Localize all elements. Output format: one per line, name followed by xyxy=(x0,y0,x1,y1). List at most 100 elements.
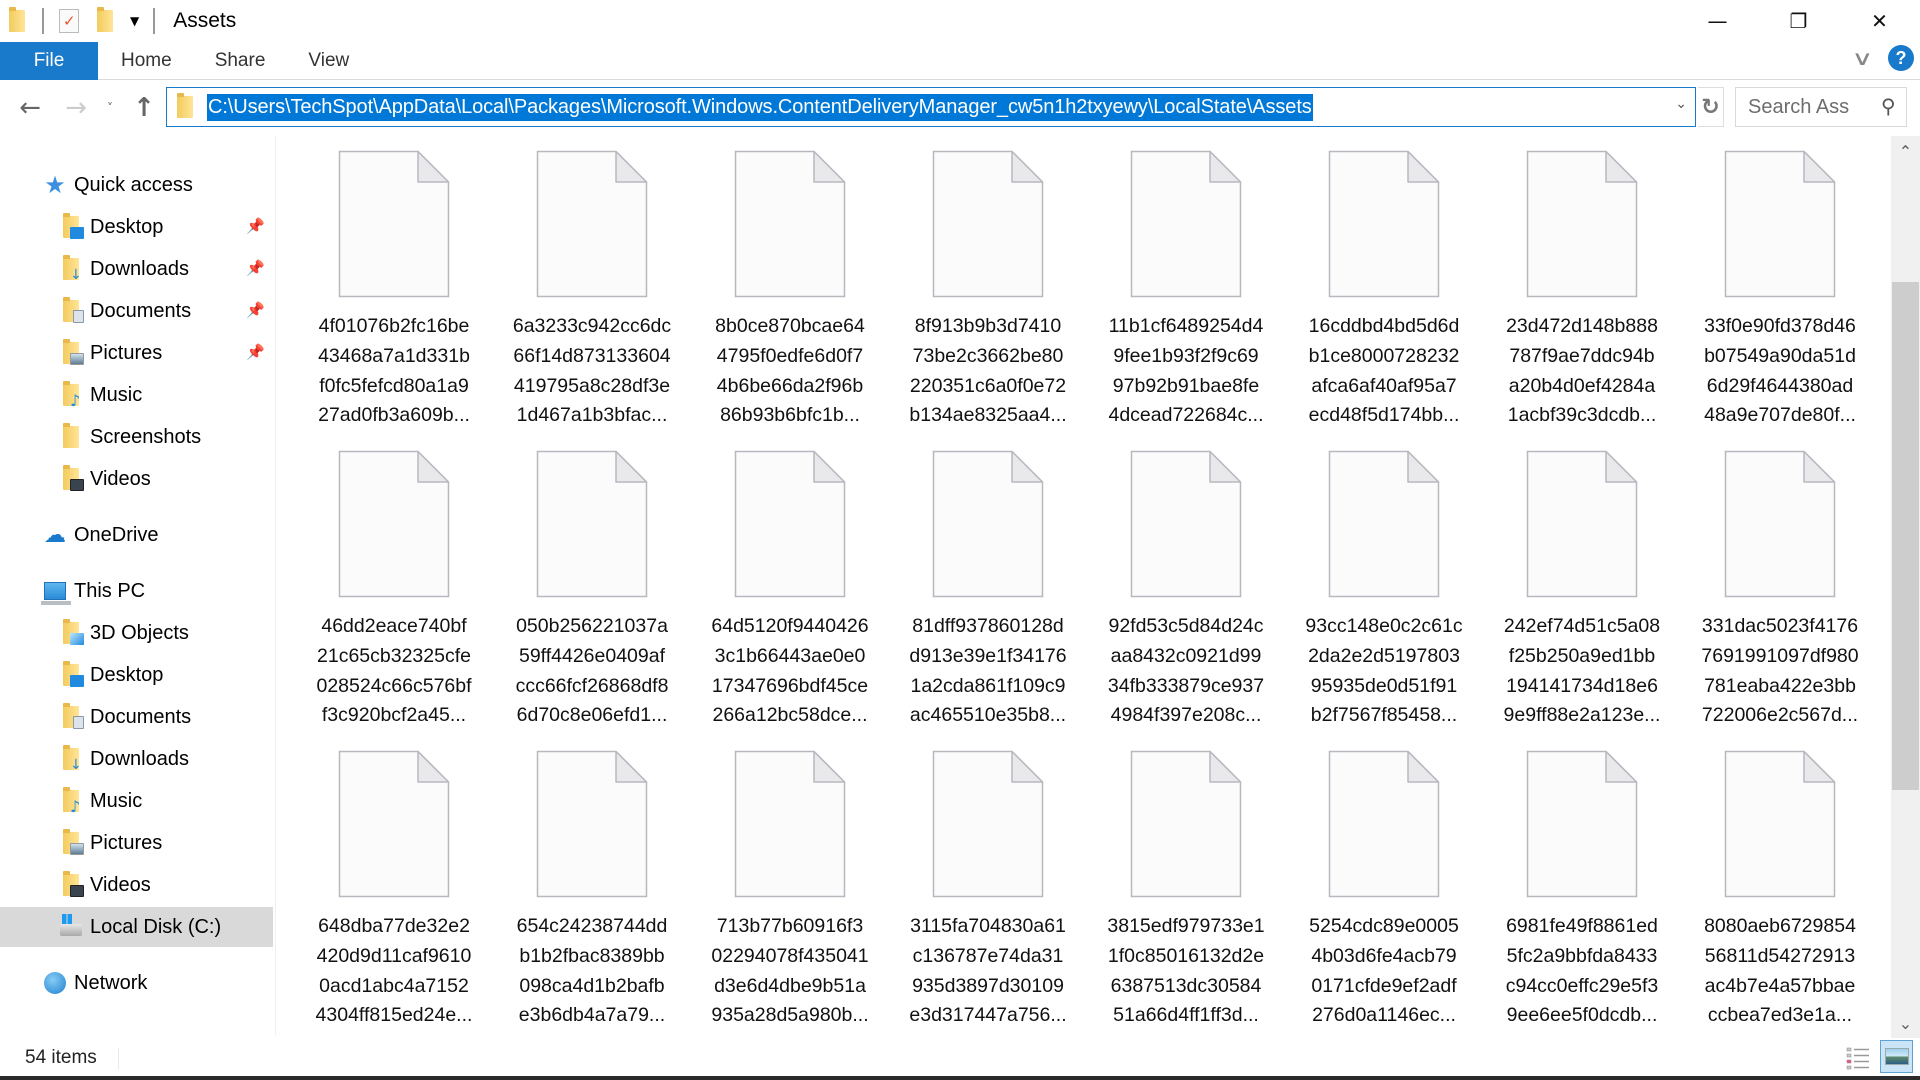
file-item[interactable]: 23d472d148b888 787f9ae7ddc94b a20b4d0ef4… xyxy=(1483,148,1681,448)
expand-ribbon-chevron-icon[interactable]: ∨ xyxy=(1852,46,1874,70)
blank-file-icon xyxy=(1130,150,1242,298)
quick-access-star-icon: ★ xyxy=(44,171,66,199)
blank-file-icon xyxy=(734,750,846,898)
file-item[interactable]: 713b77b60916f3 02294078f435041 d3e6d4dbe… xyxy=(691,748,889,1036)
file-item[interactable]: 654c24238744dd b1b2fbac8389bb 098ca4d1b2… xyxy=(493,748,691,1036)
recent-locations-chevron-icon[interactable]: ˅ xyxy=(100,90,120,126)
sidebar-item-desktop[interactable]: Desktop xyxy=(0,655,273,695)
sidebar-item-music[interactable]: ♪ Music xyxy=(0,781,273,821)
pin-icon[interactable]: 📌 xyxy=(246,217,265,235)
pictures-folder-icon xyxy=(60,829,84,855)
file-item[interactable]: 050b256221037a 59ff4426e0409af ccc66fcf2… xyxy=(493,448,691,748)
file-item[interactable]: 6981fe49f8861ed 5fc2a9bbfda8433 c94cc0ef… xyxy=(1483,748,1681,1036)
properties-icon[interactable] xyxy=(58,8,80,34)
sidebar-item-3d-objects[interactable]: 3D Objects xyxy=(0,613,273,653)
file-item[interactable]: 3115fa704830a61 c136787e74da31 935d3897d… xyxy=(889,748,1087,1036)
file-name: 93cc148e0c2c61c 2da2e2d5197803 95935de0d… xyxy=(1305,615,1463,727)
customize-dropdown-icon[interactable]: ▼ xyxy=(130,14,139,28)
up-arrow-icon[interactable]: ↑ xyxy=(128,90,160,126)
file-item[interactable]: 64d5120f9440426 3c1b66443ae0e0 17347696b… xyxy=(691,448,889,748)
file-item[interactable]: 16cddbd4bd5d6d b1ce8000728232 afca6af40a… xyxy=(1285,148,1483,448)
file-item[interactable]: 648dba77de32e2 420d9d11caf9610 0acd1abc4… xyxy=(295,748,493,1036)
new-folder-icon[interactable] xyxy=(94,7,116,34)
blank-file-icon xyxy=(338,450,450,598)
window-title: Assets xyxy=(173,9,237,32)
file-item[interactable]: 33f0e90fd378d46 b07549a90da51d 6d29f4644… xyxy=(1681,148,1879,448)
sidebar-item-downloads[interactable]: ↓ Downloads xyxy=(0,739,273,779)
sidebar-item-network[interactable]: Network xyxy=(0,963,273,1003)
tab-share[interactable]: Share xyxy=(192,50,266,72)
sidebar-item-pictures[interactable]: Pictures 📌 xyxy=(0,333,273,373)
tab-file[interactable]: File xyxy=(0,41,98,80)
tab-home[interactable]: Home xyxy=(98,50,172,72)
address-path[interactable]: C:\Users\TechSpot\AppData\Local\Packages… xyxy=(207,93,1313,121)
blank-file-icon xyxy=(536,450,648,598)
file-item[interactable]: 6a3233c942cc6dc 66f14d873133604 419795a8… xyxy=(493,148,691,448)
file-item[interactable]: 4f01076b2fc16be 43468a7a1d331b f0fc5fefc… xyxy=(295,148,493,448)
file-item[interactable]: 8f913b9b3d7410 73be2c3662be80 220351c6a0… xyxy=(889,148,1087,448)
sidebar-item-local-disk[interactable]: Local Disk (C:) xyxy=(0,907,273,947)
file-item[interactable]: 93cc148e0c2c61c 2da2e2d5197803 95935de0d… xyxy=(1285,448,1483,748)
sidebar-item-onedrive[interactable]: ☁ OneDrive xyxy=(0,515,273,555)
address-dropdown-chevron-icon[interactable]: ⌄ xyxy=(1675,96,1687,112)
file-item[interactable]: 46dd2eace740bf 21c65cb32325cfe 028524c66… xyxy=(295,448,493,748)
sidebar-item-videos[interactable]: Videos xyxy=(0,459,273,499)
toolbar-divider xyxy=(153,8,156,34)
pin-icon[interactable]: 📌 xyxy=(246,343,265,361)
vertical-scrollbar[interactable]: ⌃ ⌄ xyxy=(1891,136,1920,1038)
back-arrow-icon[interactable]: ← xyxy=(14,90,46,126)
sidebar-item-label: Quick access xyxy=(74,173,193,196)
folder-icon xyxy=(60,423,82,449)
restore-button[interactable]: ❐ xyxy=(1758,0,1839,42)
sidebar-item-pictures[interactable]: Pictures xyxy=(0,823,273,863)
videos-folder-icon xyxy=(60,465,84,491)
sidebar-item-desktop[interactable]: Desktop 📌 xyxy=(0,207,273,247)
pin-icon[interactable]: 📌 xyxy=(246,301,265,319)
file-item[interactable]: 242ef74d51c5a08 f25b250a9ed1bb 194141734… xyxy=(1483,448,1681,748)
details-view-icon[interactable] xyxy=(1846,1046,1870,1070)
tab-view[interactable]: View xyxy=(285,50,349,72)
search-input[interactable] xyxy=(1748,95,1866,119)
forward-arrow-icon[interactable]: → xyxy=(60,90,92,126)
scroll-up-arrow-icon[interactable]: ⌃ xyxy=(1891,136,1920,166)
file-item[interactable]: 5254cdc89e0005 4b03d6fe4acb79 0171cfde9e… xyxy=(1285,748,1483,1036)
pin-icon[interactable]: 📌 xyxy=(246,259,265,277)
file-list-pane: 4f01076b2fc16be 43468a7a1d331b f0fc5fefc… xyxy=(277,136,1891,1036)
sidebar-item-music[interactable]: ♪ Music xyxy=(0,375,273,415)
sidebar-item-videos[interactable]: Videos xyxy=(0,865,273,905)
refresh-icon[interactable]: ↻ xyxy=(1698,87,1724,127)
file-item[interactable]: 92fd53c5d84d24c aa8432c0921d99 34fb33387… xyxy=(1087,448,1285,748)
sidebar-item-documents[interactable]: Documents xyxy=(0,697,273,737)
file-item[interactable]: 81dff937860128d d913e39e1f34176 1a2cda86… xyxy=(889,448,1087,748)
onedrive-cloud-icon: ☁ xyxy=(44,522,66,548)
close-button[interactable]: ✕ xyxy=(1839,0,1920,42)
downloads-folder-icon: ↓ xyxy=(60,255,82,282)
sidebar-item-label: Downloads xyxy=(90,747,189,770)
sidebar-item-quick-access[interactable]: ★ Quick access xyxy=(0,165,273,205)
file-item[interactable]: 8b0ce870bcae64 4795f0edfe6d0f7 4b6be66da… xyxy=(691,148,889,448)
scrollbar-thumb[interactable] xyxy=(1892,282,1919,790)
search-box[interactable]: ⚲ xyxy=(1735,87,1907,127)
file-item[interactable]: 11b1cf6489254d4 9fee1b93f2f9c69 97b92b91… xyxy=(1087,148,1285,448)
file-item[interactable]: 3815edf979733e1 1f0c85016132d2e 6387513d… xyxy=(1087,748,1285,1036)
large-icons-view-button[interactable] xyxy=(1880,1040,1913,1073)
address-bar[interactable]: C:\Users\TechSpot\AppData\Local\Packages… xyxy=(166,87,1696,127)
quick-access-toolbar: ▼ xyxy=(0,0,169,42)
sidebar-item-documents[interactable]: Documents 📌 xyxy=(0,291,273,331)
folder-icon[interactable] xyxy=(6,7,28,34)
file-grid: 4f01076b2fc16be 43468a7a1d331b f0fc5fefc… xyxy=(295,148,1879,1036)
help-button[interactable]: ? xyxy=(1888,45,1914,71)
search-icon[interactable]: ⚲ xyxy=(1881,94,1896,118)
scroll-down-arrow-icon[interactable]: ⌄ xyxy=(1891,1008,1920,1038)
sidebar-item-downloads[interactable]: ↓ Downloads 📌 xyxy=(0,249,273,289)
sidebar-item-this-pc[interactable]: This PC xyxy=(0,571,273,611)
blank-file-icon xyxy=(1526,750,1638,898)
file-item[interactable]: 8080aeb6729854 56811d54272913 ac4b7e4a57… xyxy=(1681,748,1879,1036)
file-name: 3815edf979733e1 1f0c85016132d2e 6387513d… xyxy=(1107,915,1265,1027)
file-name: 242ef74d51c5a08 f25b250a9ed1bb 194141734… xyxy=(1503,615,1661,727)
taskbar-edge xyxy=(0,1076,1920,1080)
minimize-button[interactable]: — xyxy=(1677,0,1758,42)
file-item[interactable]: 331dac5023f4176 7691991097df980 781eaba4… xyxy=(1681,448,1879,748)
sidebar-item-screenshots[interactable]: Screenshots xyxy=(0,417,273,457)
sidebar-item-label: Videos xyxy=(90,873,151,896)
